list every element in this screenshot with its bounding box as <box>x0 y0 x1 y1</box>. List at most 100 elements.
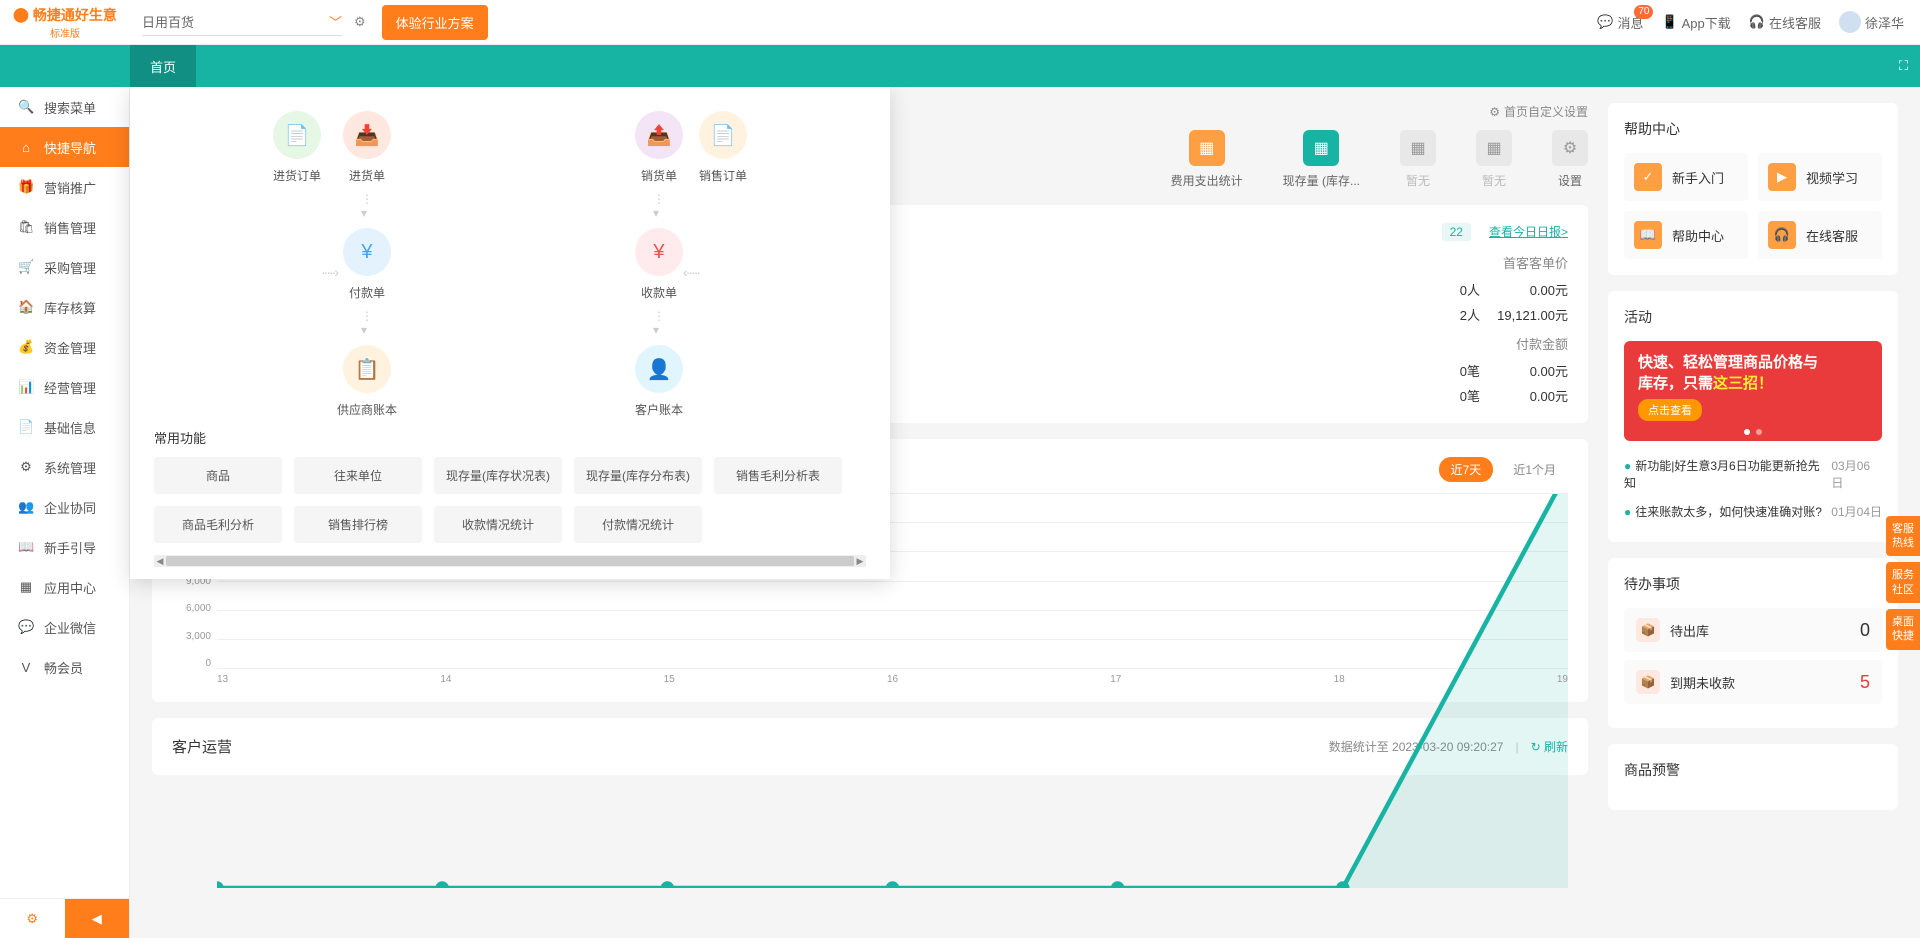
date-tag: 22 <box>1442 223 1471 241</box>
category-value: 日用百货 <box>142 12 194 31</box>
flow-payment[interactable]: ¥ 付款单 <box>343 228 391 301</box>
common-func-3[interactable]: 现存量(库存分布表) <box>574 457 702 494</box>
quick-link-icon: ▦ <box>1400 130 1436 166</box>
warning-panel: 商品预警 <box>1608 744 1898 810</box>
gift-icon: 🎁 <box>18 179 34 195</box>
flow-receipt[interactable]: ¥ 收款单 <box>635 228 683 301</box>
doc-icon: 📄 <box>18 419 34 435</box>
quick-link-4[interactable]: ⚙设置 <box>1552 130 1588 189</box>
category-select[interactable]: 日用百货 ﹀ <box>142 8 342 36</box>
chart-tab-0[interactable]: 近7天 <box>1439 457 1494 482</box>
sidebar-item-11[interactable]: 📖新手引导 <box>0 527 129 567</box>
message-button[interactable]: 💬 消息 70 <box>1597 13 1643 32</box>
fullscreen-icon[interactable]: ⛶ <box>1899 58 1908 74</box>
chart-tab-1[interactable]: 近1个月 <box>1501 457 1568 482</box>
sidebar-item-10[interactable]: 👥企业协同 <box>0 487 129 527</box>
help-icon: 📖 <box>1634 221 1662 249</box>
panel-title: 商品预警 <box>1624 760 1882 780</box>
todo-count: 0 <box>1860 620 1870 641</box>
sidebar-item-4[interactable]: 🛒采购管理 <box>0 247 129 287</box>
supplier-ledger-icon: 📋 <box>343 345 391 393</box>
todo-item-1[interactable]: 📦到期未收款5 <box>1624 660 1882 704</box>
quick-link-label: 设置 <box>1558 172 1582 189</box>
flow-customer-ledger[interactable]: 👤 客户账本 <box>635 345 683 418</box>
panel-title: 活动 <box>1624 307 1882 327</box>
user-menu[interactable]: 徐泽华 <box>1839 11 1904 33</box>
todo-icon: 📦 <box>1636 618 1660 642</box>
common-func-4[interactable]: 销售毛利分析表 <box>714 457 842 494</box>
sidebar-item-8[interactable]: 📄基础信息 <box>0 407 129 447</box>
tab-bar: 首页 ⛶ <box>0 45 1920 87</box>
sidebar-item-0[interactable]: 🔍搜索菜单 <box>0 87 129 127</box>
promo-cta-button[interactable]: 点击查看 <box>1638 399 1702 421</box>
help-icon: ✓ <box>1634 163 1662 191</box>
float-button-0[interactable]: 客服热线 <box>1886 516 1920 557</box>
scroll-right-icon: ▶ <box>854 555 866 567</box>
sidebar-label: 营销推广 <box>44 178 96 197</box>
sidebar-item-3[interactable]: 🛍销售管理 <box>0 207 129 247</box>
help-item-1[interactable]: ▶视频学习 <box>1758 153 1882 201</box>
quick-link-icon: ▦ <box>1476 130 1512 166</box>
scroll-left-icon: ◀ <box>154 555 166 567</box>
promo-banner[interactable]: 快速、轻松管理商品价格与 库存，只需这三招！ 点击查看 <box>1624 341 1882 441</box>
help-item-0[interactable]: ✓新手入门 <box>1624 153 1748 201</box>
sidebar-item-6[interactable]: 💰资金管理 <box>0 327 129 367</box>
help-item-2[interactable]: 📖帮助中心 <box>1624 211 1748 259</box>
todo-item-0[interactable]: 📦待出库0 <box>1624 608 1882 652</box>
common-func-5[interactable]: 商品毛利分析 <box>154 506 282 543</box>
float-button-1[interactable]: 服务社区 <box>1886 562 1920 603</box>
sidebar-item-7[interactable]: 📊经营管理 <box>0 367 129 407</box>
news-item-1[interactable]: ●往来账款太多，如何快速准确对账?01月04日 <box>1624 497 1882 526</box>
common-func-0[interactable]: 商品 <box>154 457 282 494</box>
sidebar-label: 系统管理 <box>44 458 96 477</box>
try-plan-button[interactable]: 体验行业方案 <box>382 5 488 40</box>
sidebar-label: 经营管理 <box>44 378 96 397</box>
activity-panel: 活动 快速、轻松管理商品价格与 库存，只需这三招！ 点击查看 ●新功能|好生意3… <box>1608 291 1898 542</box>
flow-purchase-bill[interactable]: 📥 进货单 <box>343 111 391 184</box>
flow-supplier-ledger[interactable]: 📋 供应商账本 <box>337 345 397 418</box>
collapse-icon: ◀ <box>92 911 102 927</box>
daily-report-link[interactable]: 查看今日日报> <box>1489 223 1568 241</box>
sidebar-item-14[interactable]: V畅会员 <box>0 647 129 687</box>
sidebar-settings-button[interactable]: ⚙ <box>0 898 65 938</box>
custom-settings-link[interactable]: ⚙首页自定义设置 <box>1489 103 1588 120</box>
service-button[interactable]: 🎧 在线客服 <box>1749 13 1821 32</box>
gear-icon[interactable]: ⚙ <box>354 14 366 30</box>
help-item-3[interactable]: 🎧在线客服 <box>1758 211 1882 259</box>
flow-purchase-order[interactable]: 📄 进货订单 <box>273 111 321 184</box>
flow-sales-order[interactable]: 📄 销售订单 <box>699 111 747 184</box>
home-icon: ⌂ <box>18 140 34 155</box>
tab-home[interactable]: 首页 <box>130 45 196 87</box>
float-button-2[interactable]: 桌面快捷 <box>1886 609 1920 650</box>
download-button[interactable]: 📱 App下载 <box>1661 13 1730 32</box>
sidebar-item-9[interactable]: ⚙ 系统管理 <box>0 447 129 487</box>
sidebar-label: 库存核算 <box>44 298 96 317</box>
arrow-down-icon: ⋮▾ <box>361 307 373 339</box>
sidebar-label: 新手引导 <box>44 538 96 557</box>
sidebar-item-12[interactable]: ▦应用中心 <box>0 567 129 607</box>
sidebar-label: 资金管理 <box>44 338 96 357</box>
sidebar-item-1[interactable]: ⌂快捷导航 <box>0 127 129 167</box>
sidebar-item-2[interactable]: 🎁 营销推广 <box>0 167 129 207</box>
news-item-0[interactable]: ●新功能|好生意3月6日功能更新抢先知03月06日 <box>1624 451 1882 497</box>
common-func-2[interactable]: 现存量(库存状况表) <box>434 457 562 494</box>
app-header: ⬤畅捷通好生意 标准版 日用百货 ﹀ ⚙ 体验行业方案 💬 消息 70 📱 Ap… <box>0 0 1920 45</box>
sidebar-item-13[interactable]: 💬企业微信 <box>0 607 129 647</box>
phone-icon: 📱 <box>1661 14 1677 30</box>
common-func-6[interactable]: 销售排行榜 <box>294 506 422 543</box>
quick-link-1[interactable]: ▦现存量 (库存... <box>1283 130 1360 189</box>
quick-link-0[interactable]: ▦费用支出统计 <box>1171 130 1243 189</box>
logo: ⬤畅捷通好生意 标准版 <box>0 0 130 45</box>
scrollbar-thumb[interactable] <box>166 556 854 566</box>
flow-sales-bill[interactable]: 📤 销货单 <box>635 111 683 184</box>
quick-link-icon: ▦ <box>1303 130 1339 166</box>
common-func-1[interactable]: 往来单位 <box>294 457 422 494</box>
quick-link-2: ▦暂无 <box>1400 130 1436 189</box>
common-func-7[interactable]: 收款情况统计 <box>434 506 562 543</box>
flyout-scrollbar[interactable]: ◀ ▶ <box>154 555 866 567</box>
sidebar-item-5[interactable]: 🏠库存核算 <box>0 287 129 327</box>
common-func-8[interactable]: 付款情况统计 <box>574 506 702 543</box>
panel-title: 待办事项 <box>1624 574 1882 594</box>
gear-icon: ⚙ <box>18 459 34 475</box>
sidebar-collapse-button[interactable]: ◀ <box>65 898 130 938</box>
